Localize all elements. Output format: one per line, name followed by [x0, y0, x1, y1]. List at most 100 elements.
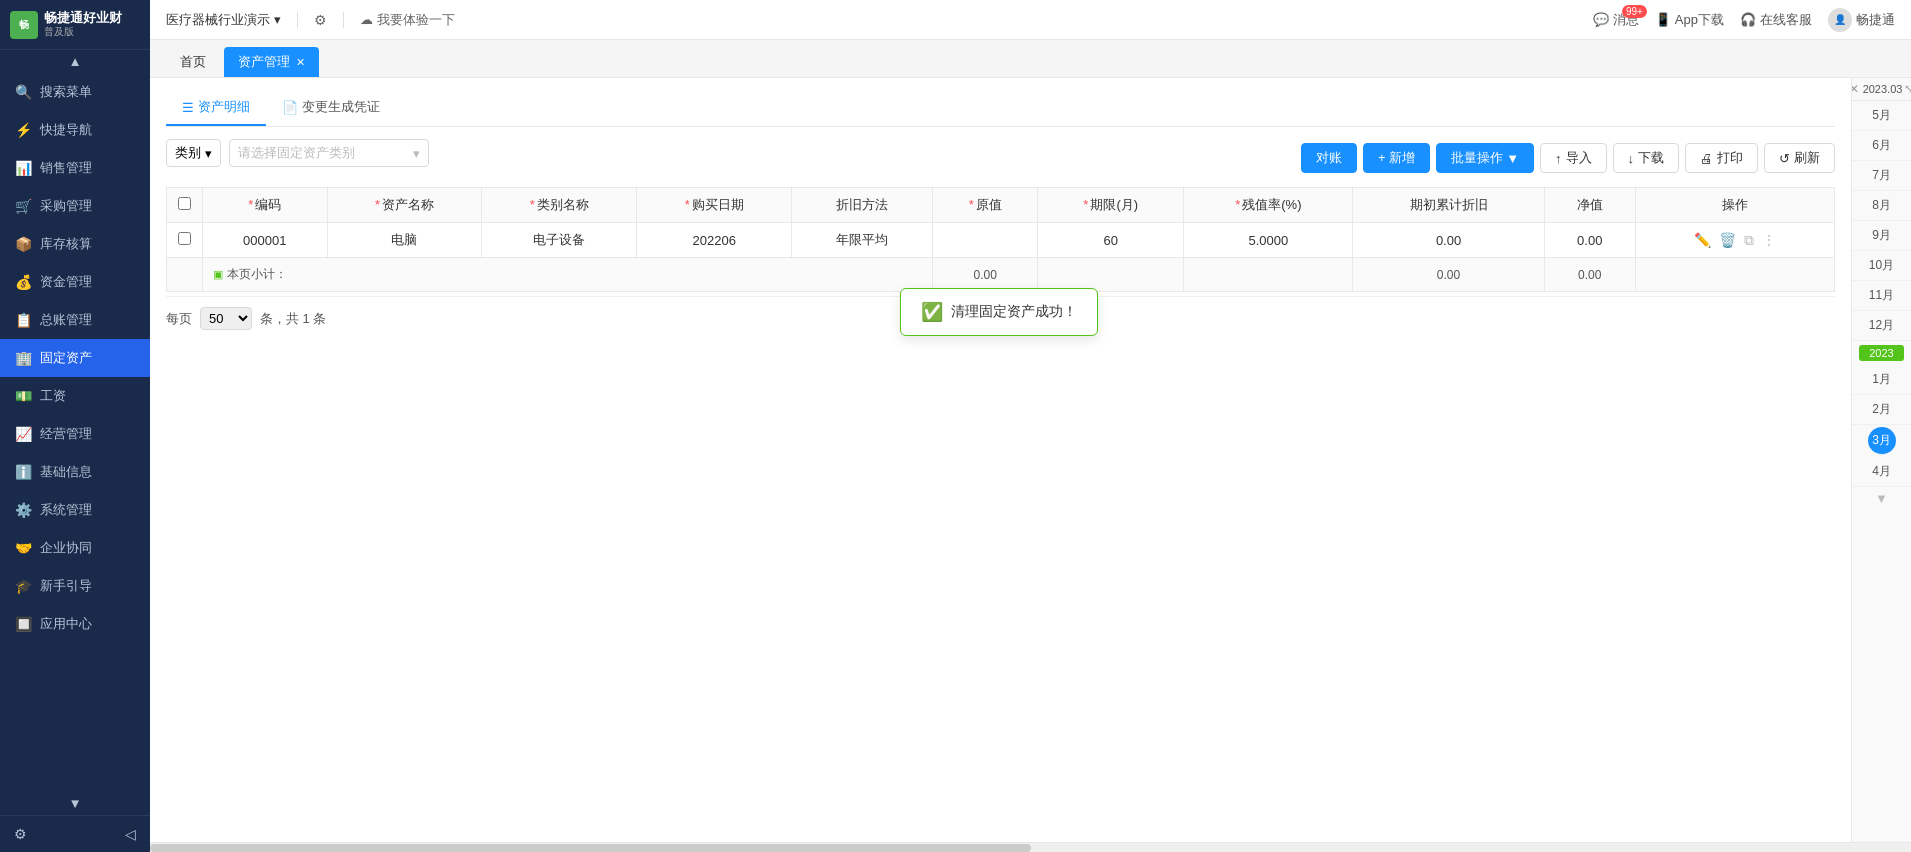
- subtotal-net: 0.00: [1544, 258, 1635, 292]
- cell-category-0: 电子设备: [482, 223, 637, 258]
- timeline-month-12月[interactable]: 12月: [1852, 311, 1911, 341]
- main-area: 医疗器械行业演示 ▾ ⚙ ☁ 我要体验一下 💬 消息 99+ 📱 App下载 🎧…: [150, 0, 1911, 852]
- per-page-label: 每页: [166, 310, 192, 328]
- timeline-month-11月[interactable]: 11月: [1852, 281, 1911, 311]
- nav-icon-10: ℹ️: [14, 464, 32, 480]
- cell-original-0: [933, 223, 1038, 258]
- sidebar-item-新手引导[interactable]: 🎓新手引导: [0, 567, 150, 605]
- table-header-row: *编码 *资产名称 *类别名称 *购买日期 折旧方法 *原值 *期限(月) *残…: [167, 188, 1835, 223]
- header-settings-icon[interactable]: ⚙: [314, 12, 327, 28]
- toolbar-right: 对账 + 新增 批量操作 ▼ ↑ 导入 ↓ 下载: [1301, 143, 1835, 173]
- experience-button[interactable]: ☁ 我要体验一下: [360, 11, 455, 29]
- sidebar-item-基础信息[interactable]: ℹ️基础信息: [0, 453, 150, 491]
- sidebar-item-企业协同[interactable]: 🤝企业协同: [0, 529, 150, 567]
- category-filter[interactable]: 类别 ▾: [166, 139, 221, 167]
- app-title-group: 畅捷通好业财 普及版: [44, 10, 122, 40]
- download-button[interactable]: ↓ 下载: [1613, 143, 1680, 173]
- user-menu[interactable]: 👤 畅捷通: [1828, 8, 1895, 32]
- more-icon-0[interactable]: ⋮: [1762, 232, 1776, 248]
- sidebar-scroll-up[interactable]: ▲: [66, 52, 83, 71]
- content-area: ☰ 资产明细 📄 变更生成凭证 类别 ▾ 请选择固定资产类别: [150, 78, 1911, 842]
- delete-icon-0[interactable]: 🗑️: [1719, 232, 1736, 248]
- top-header: 医疗器械行业演示 ▾ ⚙ ☁ 我要体验一下 💬 消息 99+ 📱 App下载 🎧…: [150, 0, 1911, 40]
- message-button[interactable]: 💬 消息 99+: [1593, 11, 1639, 29]
- sidebar-item-工资[interactable]: 💵工资: [0, 377, 150, 415]
- per-page-select[interactable]: 50 100 200: [200, 307, 252, 330]
- category-input[interactable]: 请选择固定资产类别 ▾: [229, 139, 429, 167]
- timeline-month-5月[interactable]: 5月: [1852, 101, 1911, 131]
- timeline-current-year[interactable]: 2023: [1852, 341, 1911, 365]
- timeline-month-4月[interactable]: 4月: [1852, 457, 1911, 487]
- horizontal-scrollbar[interactable]: [150, 842, 1911, 852]
- sidebar-item-资金管理[interactable]: 💰资金管理: [0, 263, 150, 301]
- sidebar-item-销售管理[interactable]: 📊销售管理: [0, 149, 150, 187]
- sidebar-item-系统管理[interactable]: ⚙️系统管理: [0, 491, 150, 529]
- header-divider-2: [343, 12, 344, 28]
- collapse-icon[interactable]: ◁: [125, 826, 136, 842]
- row-checkbox-cell: [167, 223, 203, 258]
- timeline-expand-icon[interactable]: ⤡: [1904, 82, 1911, 96]
- experience-label: 我要体验一下: [377, 11, 455, 29]
- sub-tab-asset-detail[interactable]: ☰ 资产明细: [166, 90, 266, 126]
- nav-icon-1: ⚡: [14, 122, 32, 138]
- cell-code-0: 000001: [203, 223, 328, 258]
- timeline-month-7月[interactable]: 7月: [1852, 161, 1911, 191]
- nav-icon-5: 💰: [14, 274, 32, 290]
- table-row: 000001 电脑 电子设备 202206 年限平均 60 5.0000 0.0…: [167, 223, 1835, 258]
- print-button[interactable]: 🖨 打印: [1685, 143, 1758, 173]
- refresh-button[interactable]: ↺ 刷新: [1764, 143, 1835, 173]
- timeline-month-6月[interactable]: 6月: [1852, 131, 1911, 161]
- sub-tabs: ☰ 资产明细 📄 变更生成凭证: [166, 90, 1835, 127]
- sidebar-item-快捷导航[interactable]: ⚡快捷导航: [0, 111, 150, 149]
- batch-button[interactable]: 批量操作 ▼: [1436, 143, 1534, 173]
- edit-icon-0[interactable]: ✏️: [1694, 232, 1711, 248]
- timeline-month-1月[interactable]: 1月: [1852, 365, 1911, 395]
- header-category: *类别名称: [482, 188, 637, 223]
- timeline-year-label: 2023.03: [1863, 83, 1903, 95]
- header-code: *编码: [203, 188, 328, 223]
- timeline-month-10月[interactable]: 10月: [1852, 251, 1911, 281]
- service-icon: 🎧: [1740, 12, 1756, 27]
- reconcile-button[interactable]: 对账: [1301, 143, 1357, 173]
- select-all-checkbox[interactable]: [178, 197, 191, 210]
- sub-tab-voucher[interactable]: 📄 变更生成凭证: [266, 90, 396, 126]
- service-button[interactable]: 🎧 在线客服: [1740, 11, 1812, 29]
- sidebar-item-搜索菜单[interactable]: 🔍搜索菜单: [0, 73, 150, 111]
- sidebar-item-库存核算[interactable]: 📦库存核算: [0, 225, 150, 263]
- tab-close-icon[interactable]: ✕: [296, 56, 305, 69]
- download-label: App下载: [1675, 11, 1724, 29]
- download-button[interactable]: 📱 App下载: [1655, 11, 1724, 29]
- download-icon-btn: ↓: [1628, 151, 1635, 166]
- header-net-value: 净值: [1544, 188, 1635, 223]
- sidebar-item-固定资产[interactable]: 🏢固定资产: [0, 339, 150, 377]
- timeline-month-2月[interactable]: 2月: [1852, 395, 1911, 425]
- user-label: 畅捷通: [1856, 11, 1895, 29]
- subtotal-original: 0.00: [933, 258, 1038, 292]
- nav-icon-2: 📊: [14, 160, 32, 176]
- tab-home[interactable]: 首页: [166, 47, 220, 77]
- settings-footer-icon[interactable]: ⚙: [14, 826, 27, 842]
- timeline-expand-bottom[interactable]: ▼: [1852, 487, 1911, 510]
- copy-icon-0[interactable]: ⧉: [1744, 232, 1754, 249]
- nav-icon-0: 🔍: [14, 84, 32, 100]
- timeline-month-3月[interactable]: 3月: [1868, 427, 1896, 455]
- success-toast: ✅ 清理固定资产成功！: [900, 288, 1098, 336]
- timeline-month-9月[interactable]: 9月: [1852, 221, 1911, 251]
- sidebar-item-应用中心[interactable]: 🔲应用中心: [0, 605, 150, 643]
- timeline-close-icon[interactable]: ✕: [1851, 82, 1859, 96]
- import-button[interactable]: ↑ 导入: [1540, 143, 1607, 173]
- new-button[interactable]: + 新增: [1363, 143, 1430, 173]
- sidebar-item-总账管理[interactable]: 📋总账管理: [0, 301, 150, 339]
- header-checkbox-cell: [167, 188, 203, 223]
- timeline-month-8月[interactable]: 8月: [1852, 191, 1911, 221]
- sidebar-scroll-down[interactable]: ▼: [66, 794, 83, 813]
- timeline-header: ✕ 2023.03 ⤡: [1852, 78, 1911, 101]
- sidebar-item-采购管理[interactable]: 🛒采购管理: [0, 187, 150, 225]
- tab-asset-management[interactable]: 资产管理 ✕: [224, 47, 319, 77]
- sidebar-nav: 🔍搜索菜单⚡快捷导航📊销售管理🛒采购管理📦库存核算💰资金管理📋总账管理🏢固定资产…: [0, 73, 150, 792]
- asset-table: *编码 *资产名称 *类别名称 *购买日期 折旧方法 *原值 *期限(月) *残…: [166, 187, 1835, 292]
- company-selector[interactable]: 医疗器械行业演示 ▾: [166, 11, 281, 29]
- nav-icon-4: 📦: [14, 236, 32, 252]
- row-checkbox-0[interactable]: [178, 232, 191, 245]
- sidebar-item-经营管理[interactable]: 📈经营管理: [0, 415, 150, 453]
